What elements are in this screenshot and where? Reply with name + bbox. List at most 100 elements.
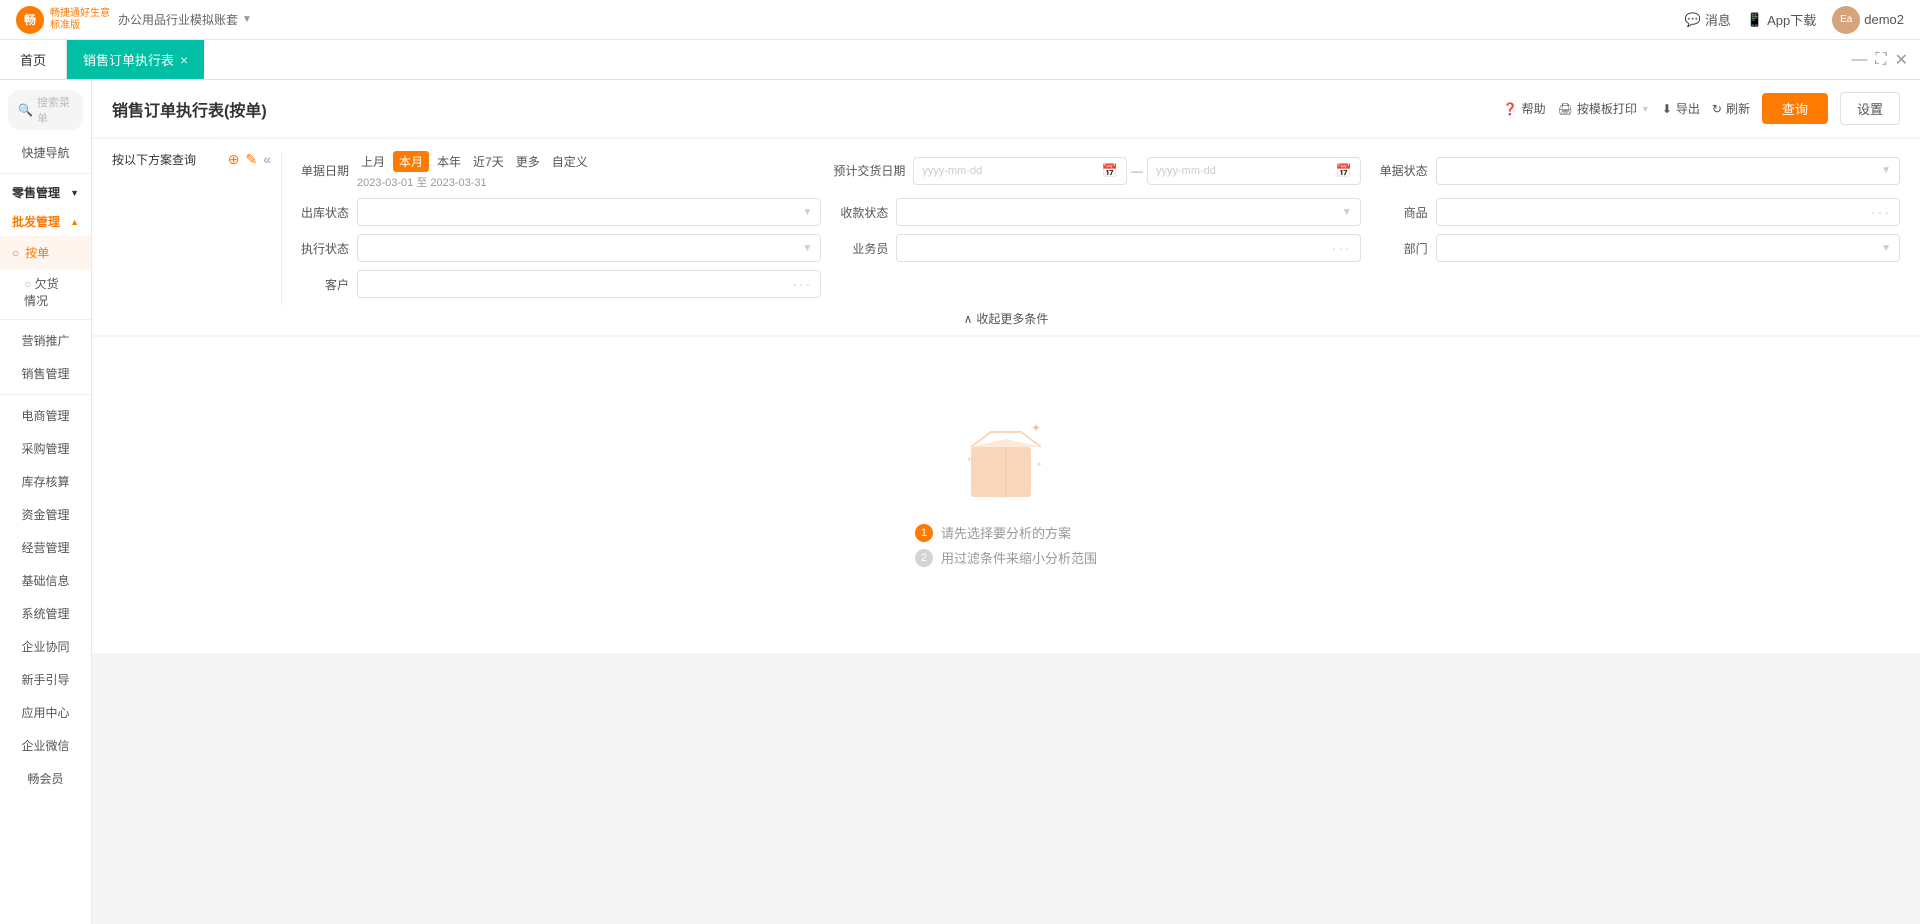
sidebar-item-purchase[interactable]: 采购管理 (0, 432, 91, 465)
close-window-icon[interactable]: ✕ (1895, 50, 1908, 70)
expected-date-label: 预计交货日期 (833, 162, 905, 179)
wholesale-label: 批发管理 (12, 213, 60, 230)
exec-status-select[interactable]: ▼ (357, 234, 821, 262)
edit-scheme-icon[interactable]: ✎ (245, 151, 257, 168)
expected-date-range: yyyy-mm-dd 📅 — yyyy-mm-dd 📅 (913, 157, 1360, 185)
sidebar-item-system[interactable]: 系统管理 (0, 597, 91, 630)
salesperson-select[interactable]: ··· (896, 234, 1360, 262)
top-bar-left: 畅 畅捷通好生意 标准版 办公用品行业模拟账套 ▼ (16, 6, 252, 34)
tab-close-icon[interactable]: × (180, 53, 188, 67)
template-print-button[interactable]: 🖨 按模板打印 ▼ (1558, 100, 1650, 117)
sidebar-search-box[interactable]: 🔍 搜索菜单 (8, 90, 83, 130)
sidebar-item-sales[interactable]: 销售管理 (0, 357, 91, 390)
refresh-label: 刷新 (1726, 100, 1750, 117)
dept-select[interactable]: ▼ (1436, 234, 1900, 262)
product-select[interactable]: ··· (1436, 198, 1900, 226)
finance-label: 资金管理 (21, 506, 69, 523)
appstore-label: 应用中心 (21, 704, 69, 721)
page-title: 销售订单执行表(按单) (112, 97, 267, 121)
retail-label: 零售管理 (12, 184, 60, 201)
sidebar-item-basic-info[interactable]: 基础信息 (0, 564, 91, 597)
query-button[interactable]: 查询 (1762, 93, 1828, 124)
scheme-icons: ⊕ ✎ « (228, 151, 271, 168)
sidebar-item-inventory[interactable]: 库存核算 (0, 465, 91, 498)
date-tab-custom[interactable]: 自定义 (548, 151, 592, 172)
sidebar-item-finance[interactable]: 资金管理 (0, 498, 91, 531)
date-tab-more[interactable]: 更多 (512, 151, 544, 172)
breadcrumb-arrow-icon[interactable]: ▼ (242, 14, 252, 25)
sidebar-sub-item-按单[interactable]: ○ 按单 (0, 236, 91, 269)
divider-3 (0, 394, 91, 395)
top-bar-right: 💬 消息 📱 App下载 Ea demo2 (1685, 6, 1904, 34)
add-scheme-icon[interactable]: ⊕ (228, 151, 240, 168)
maximize-icon[interactable]: ⛶ (1875, 51, 1886, 69)
expected-date-end[interactable]: yyyy-mm-dd 📅 (1147, 157, 1361, 185)
divider-1 (0, 173, 91, 174)
reset-button[interactable]: 设置 (1840, 92, 1900, 125)
tab-home[interactable]: 首页 (0, 40, 67, 79)
print-icon: 🖨 (1558, 102, 1573, 116)
sidebar-sub-item-欠货情况[interactable]: ○ 欠货情况 (0, 269, 91, 315)
ship-status-select[interactable]: ▼ (357, 198, 821, 226)
empty-state: ✦ ✦ ✦ 1 请先选择要分析的方案 2 用过滤条件来缩小分析范围 (92, 337, 1920, 653)
expected-date-end-value: yyyy-mm-dd (1156, 165, 1331, 177)
doc-status-arrow-icon: ▼ (1881, 165, 1891, 176)
tab-sales-order[interactable]: 销售订单执行表 × (67, 40, 204, 79)
sidebar-item-newuser[interactable]: 新手引导 (0, 663, 91, 696)
svg-text:✦: ✦ (966, 455, 973, 464)
doc-date-label: 单据日期 (294, 162, 349, 179)
content-area: 销售订单执行表(按单) ❓ 帮助 🖨 按模板打印 ▼ ⬇ 导出 ↻ 刷新 (92, 80, 1920, 924)
exec-status-label: 执行状态 (294, 240, 349, 257)
help-label: 帮助 (1522, 100, 1546, 117)
user-avatar-area[interactable]: Ea demo2 (1832, 6, 1904, 34)
wechat-label: 企业微信 (21, 737, 69, 754)
sidebar-item-appstore[interactable]: 应用中心 (0, 696, 91, 729)
calendar-start-icon: 📅 (1102, 163, 1118, 179)
scheme-panel: 按以下方案查询 ⊕ ✎ « (112, 151, 282, 306)
minimize-icon[interactable]: — (1851, 51, 1867, 69)
filter-actions: ∧ 收起更多条件 (112, 310, 1900, 327)
empty-step-2: 2 用过滤条件来缩小分析范围 (915, 548, 1097, 567)
filter-row-4-spacer2 (1373, 270, 1900, 298)
sidebar-item-wholesale[interactable]: 批发管理 ▲ (0, 207, 91, 236)
dept-label: 部门 (1373, 240, 1428, 257)
export-button[interactable]: ⬇ 导出 (1662, 100, 1700, 117)
app-download-label: App下载 (1767, 10, 1816, 29)
sidebar-item-quick-nav[interactable]: 快捷导航 (0, 136, 91, 169)
filter-item-doc-status: 单据状态 ▼ (1373, 157, 1900, 185)
help-button[interactable]: ❓ 帮助 (1503, 100, 1546, 117)
sidebar-item-ecommerce[interactable]: 电商管理 (0, 399, 91, 432)
step-num-1: 1 (915, 524, 933, 542)
sidebar-item-marketing[interactable]: 营销推广 (0, 324, 91, 357)
refresh-icon: ↻ (1712, 102, 1722, 116)
sidebar-item-member[interactable]: 畅会员 (0, 762, 91, 795)
sidebar-item-operations[interactable]: 经营管理 (0, 531, 91, 564)
refresh-button[interactable]: ↻ 刷新 (1712, 100, 1750, 117)
filter-row-2: 出库状态 ▼ 收款状态 ▼ (294, 198, 1900, 226)
step-num-2: 2 (915, 549, 933, 567)
page-header-actions: ❓ 帮助 🖨 按模板打印 ▼ ⬇ 导出 ↻ 刷新 查询 设置 (1503, 92, 1900, 125)
customer-select[interactable]: ··· (357, 270, 821, 298)
filter-rows: 单据日期 上月 本月 本年 近7天 更多 自定义 20 (294, 151, 1900, 306)
date-tab-this-month[interactable]: 本月 (393, 151, 429, 172)
main-layout: 🔍 搜索菜单 快捷导航 零售管理 ▼ 批发管理 ▲ ○ 按单 ○ 欠货情况 (0, 80, 1920, 924)
app-download-button[interactable]: 📱 App下载 (1747, 10, 1816, 29)
export-icon: ⬇ (1662, 102, 1672, 116)
date-tab-this-year[interactable]: 本年 (433, 151, 465, 172)
collapse-scheme-icon[interactable]: « (263, 151, 271, 168)
message-button[interactable]: 💬 消息 (1685, 10, 1731, 29)
date-tab-last-month[interactable]: 上月 (357, 151, 389, 172)
tab-sales-order-label: 销售订单执行表 (83, 50, 174, 69)
payment-status-select[interactable]: ▼ (896, 198, 1360, 226)
expected-date-start[interactable]: yyyy-mm-dd 📅 (913, 157, 1127, 185)
retail-arrow-icon: ▼ (70, 188, 79, 198)
customer-dots-icon: ··· (792, 276, 812, 292)
doc-status-select[interactable]: ▼ (1436, 157, 1900, 185)
sidebar-item-enterprise[interactable]: 企业协同 (0, 630, 91, 663)
date-tab-7days[interactable]: 近7天 (469, 151, 508, 172)
sidebar-item-wechat[interactable]: 企业微信 (0, 729, 91, 762)
empty-steps-list: 1 请先选择要分析的方案 2 用过滤条件来缩小分析范围 (915, 523, 1097, 573)
filter-item-doc-date: 单据日期 上月 本月 本年 近7天 更多 自定义 20 (294, 151, 821, 190)
sidebar-item-retail[interactable]: 零售管理 ▼ (0, 178, 91, 207)
collapse-button[interactable]: ∧ 收起更多条件 (964, 310, 1049, 327)
